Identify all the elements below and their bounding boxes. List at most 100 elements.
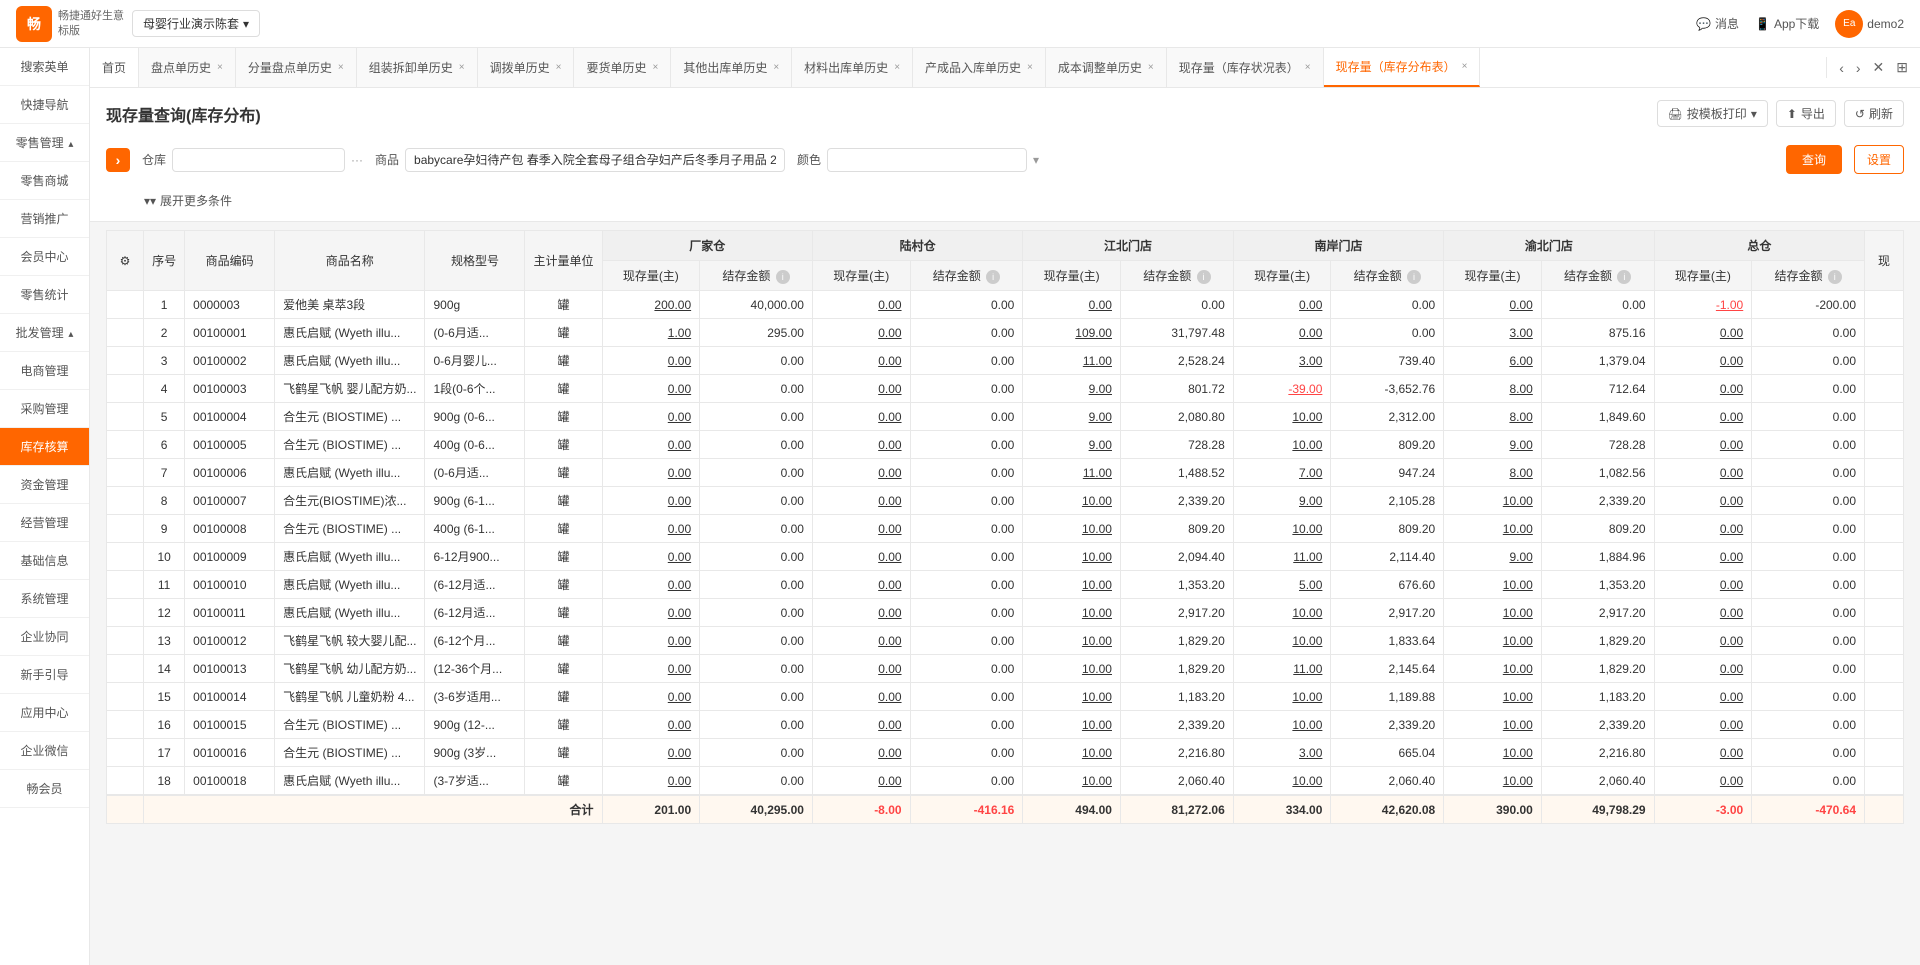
- warehouse-input[interactable]: [172, 148, 345, 172]
- page-title-row: 现存量查询(库存分布) 🖨 按模板打印 ▾ ⬆ 导出 ↺ 刷新: [106, 100, 1904, 127]
- summary-label: 合计: [144, 795, 602, 824]
- table-row: 1500100014飞鹤星飞帆 儿童奶粉 4...(3-6岁适用...罐0.00…: [107, 683, 1904, 711]
- warehouse5-group-header: 渝北门店: [1444, 231, 1654, 261]
- export-icon: ⬆: [1787, 107, 1797, 121]
- warehouse-dots[interactable]: ···: [351, 153, 363, 167]
- logo-icon: 畅: [16, 6, 52, 42]
- tab-close-btn[interactable]: ×: [338, 62, 344, 73]
- logo-area: 畅 畅捷通好生意 标版: [16, 6, 124, 42]
- sidebar-item-会员中心[interactable]: 会员中心: [0, 238, 89, 276]
- tab-expand-btn[interactable]: ⊞: [1892, 57, 1912, 78]
- top-bar: 畅 畅捷通好生意 标版 母婴行业演示陈套 ▾ 💬 消息 📱 App下载 Ea d…: [0, 0, 1920, 48]
- sidebar-item-企业微信[interactable]: 企业微信: [0, 732, 89, 770]
- sidebar-item-采购管理[interactable]: 采购管理: [0, 390, 89, 428]
- lc-amt-header: 结存金额 i: [910, 261, 1023, 291]
- tab-item[interactable]: 材料出库单历史 ×: [792, 48, 913, 87]
- tab-close-btn[interactable]: ×: [1305, 62, 1311, 73]
- sidebar-item-电商管理[interactable]: 电商管理: [0, 352, 89, 390]
- settings-col-header[interactable]: ⚙: [107, 231, 144, 291]
- tab-label: 分量盘点单历史: [248, 59, 332, 76]
- tab-label: 现存量（库存分布表）: [1336, 58, 1456, 75]
- table-row: 900100008合生元 (BIOSTIME) ...400g (6-1...罐…: [107, 515, 1904, 543]
- tab-label: 现存量（库存状况表）: [1179, 59, 1299, 76]
- print-btn[interactable]: 🖨 按模板打印 ▾: [1657, 100, 1768, 127]
- sidebar-item-零售管理[interactable]: 零售管理 ▴: [0, 124, 89, 162]
- tab-next-btn[interactable]: ›: [1852, 58, 1865, 78]
- filter-toggle-btn[interactable]: ›: [106, 148, 130, 172]
- warehouse2-group-header: 陆村仓: [812, 231, 1022, 261]
- tab-item[interactable]: 要货单历史×: [574, 48, 671, 87]
- tab-label: 组装拆卸单历史: [369, 59, 453, 76]
- tab-item[interactable]: 现存量（库存分布表） ×: [1324, 48, 1481, 87]
- user-menu[interactable]: Ea demo2: [1835, 10, 1904, 38]
- tab-item[interactable]: 分量盘点单历史 ×: [236, 48, 357, 87]
- color-input[interactable]: [827, 148, 1027, 172]
- tab-label: 材料出库单历史: [804, 59, 888, 76]
- sidebar-item-库存核算[interactable]: 库存核算: [0, 428, 89, 466]
- table-row: 1800100018惠氏启赋 (Wyeth illu...(3-7岁适...罐0…: [107, 767, 1904, 796]
- sidebar-item-零售商城[interactable]: 零售商城: [0, 162, 89, 200]
- tab-item[interactable]: 调拨单历史 ×: [478, 48, 575, 87]
- refresh-btn[interactable]: ↺ 刷新: [1844, 100, 1904, 127]
- tab-close-btn[interactable]: ×: [773, 62, 779, 73]
- tab-label: 首页: [102, 59, 126, 76]
- color-label: 颜色: [797, 151, 821, 168]
- tab-label: 调拨单历史: [490, 59, 550, 76]
- sidebar-item-营销推广[interactable]: 营销推广: [0, 200, 89, 238]
- tab-close-btn[interactable]: ×: [459, 62, 465, 73]
- tab-close-btn[interactable]: ×: [1148, 62, 1154, 73]
- tab-close-btn[interactable]: ×: [1462, 61, 1468, 72]
- query-button[interactable]: 查询: [1786, 145, 1842, 174]
- sidebar-item-系统管理[interactable]: 系统管理: [0, 580, 89, 618]
- goods-input[interactable]: [405, 148, 785, 172]
- tab-item[interactable]: 首页: [90, 48, 139, 87]
- tab-list: 首页盘点单历史×分量盘点单历史×组装拆卸单历史×调拨单历史×要货单历史×其他出库…: [90, 48, 1826, 87]
- expand-conditions-btn[interactable]: ▾▾ 展开更多条件: [136, 188, 1904, 213]
- spec-col-header: 规格型号: [425, 231, 525, 291]
- tab-item[interactable]: 成本调整单历史 ×: [1046, 48, 1167, 87]
- table-row: 300100002惠氏启赋 (Wyeth illu...0-6月婴儿...罐0.…: [107, 347, 1904, 375]
- tab-label: 成本调整单历史: [1058, 59, 1142, 76]
- tab-item[interactable]: 产成品入库单历史 ×: [913, 48, 1046, 87]
- refresh-icon: ↺: [1855, 107, 1865, 121]
- tab-close-btn[interactable]: ×: [1027, 62, 1033, 73]
- table-row: 1100100010惠氏启赋 (Wyeth illu...(6-12月适...罐…: [107, 571, 1904, 599]
- sidebar-item-搜索英单[interactable]: 搜索英单: [0, 48, 89, 86]
- lc-qty-header: 现存量(主): [812, 261, 910, 291]
- message-icon: 💬: [1696, 17, 1711, 31]
- app-download-btn[interactable]: 📱 App下载: [1755, 15, 1819, 32]
- tab-close-btn[interactable]: ×: [556, 62, 562, 73]
- sidebar-item-畅会员[interactable]: 畅会员: [0, 770, 89, 808]
- num-col-header: 序号: [144, 231, 185, 291]
- export-btn[interactable]: ⬆ 导出: [1776, 100, 1836, 127]
- tab-close-btn[interactable]: ×: [894, 62, 900, 73]
- unit-col-header: 主计量单位: [525, 231, 602, 291]
- sidebar-item-基础信息[interactable]: 基础信息: [0, 542, 89, 580]
- sidebar-item-经营管理[interactable]: 经营管理: [0, 504, 89, 542]
- table-area: ⚙ 序号 商品编码 商品名称 规格型号 主计量单位 厂家仓 陆村仓 江北门店 南…: [90, 222, 1920, 965]
- setting-button[interactable]: 设置: [1854, 145, 1904, 174]
- sidebar-item-应用中心[interactable]: 应用中心: [0, 694, 89, 732]
- sidebar-item-批发管理[interactable]: 批发管理 ▴: [0, 314, 89, 352]
- message-btn[interactable]: 💬 消息: [1696, 15, 1739, 32]
- tab-item[interactable]: 其他出库单历史×: [671, 48, 792, 87]
- table-row: 1200100011惠氏启赋 (Wyeth illu...(6-12月适...罐…: [107, 599, 1904, 627]
- sidebar-item-新手引导[interactable]: 新手引导: [0, 656, 89, 694]
- table-row: 600100005合生元 (BIOSTIME) ...400g (0-6...罐…: [107, 431, 1904, 459]
- tab-close-all-btn[interactable]: ✕: [1869, 57, 1889, 78]
- org-selector[interactable]: 母婴行业演示陈套 ▾: [132, 10, 260, 37]
- sidebar-item-企业协同[interactable]: 企业协同: [0, 618, 89, 656]
- tab-item[interactable]: 现存量（库存状况表） ×: [1167, 48, 1324, 87]
- warehouse-filter: 仓库 ···: [142, 148, 363, 172]
- sidebar-item-资金管理[interactable]: 资金管理: [0, 466, 89, 504]
- table-row: 400100003飞鹤星飞帆 婴儿配方奶...1段(0-6个...罐0.000.…: [107, 375, 1904, 403]
- tab-prev-btn[interactable]: ‹: [1835, 58, 1848, 78]
- tab-close-btn[interactable]: ×: [652, 62, 658, 73]
- tab-item[interactable]: 盘点单历史×: [139, 48, 236, 87]
- tab-item[interactable]: 组装拆卸单历史 ×: [357, 48, 478, 87]
- color-dropdown-arrow[interactable]: ▾: [1033, 153, 1039, 167]
- sidebar-item-零售统计[interactable]: 零售统计: [0, 276, 89, 314]
- tab-close-btn[interactable]: ×: [217, 62, 223, 73]
- tab-label: 产成品入库单历史: [925, 59, 1021, 76]
- sidebar-item-快捷导航[interactable]: 快捷导航: [0, 86, 89, 124]
